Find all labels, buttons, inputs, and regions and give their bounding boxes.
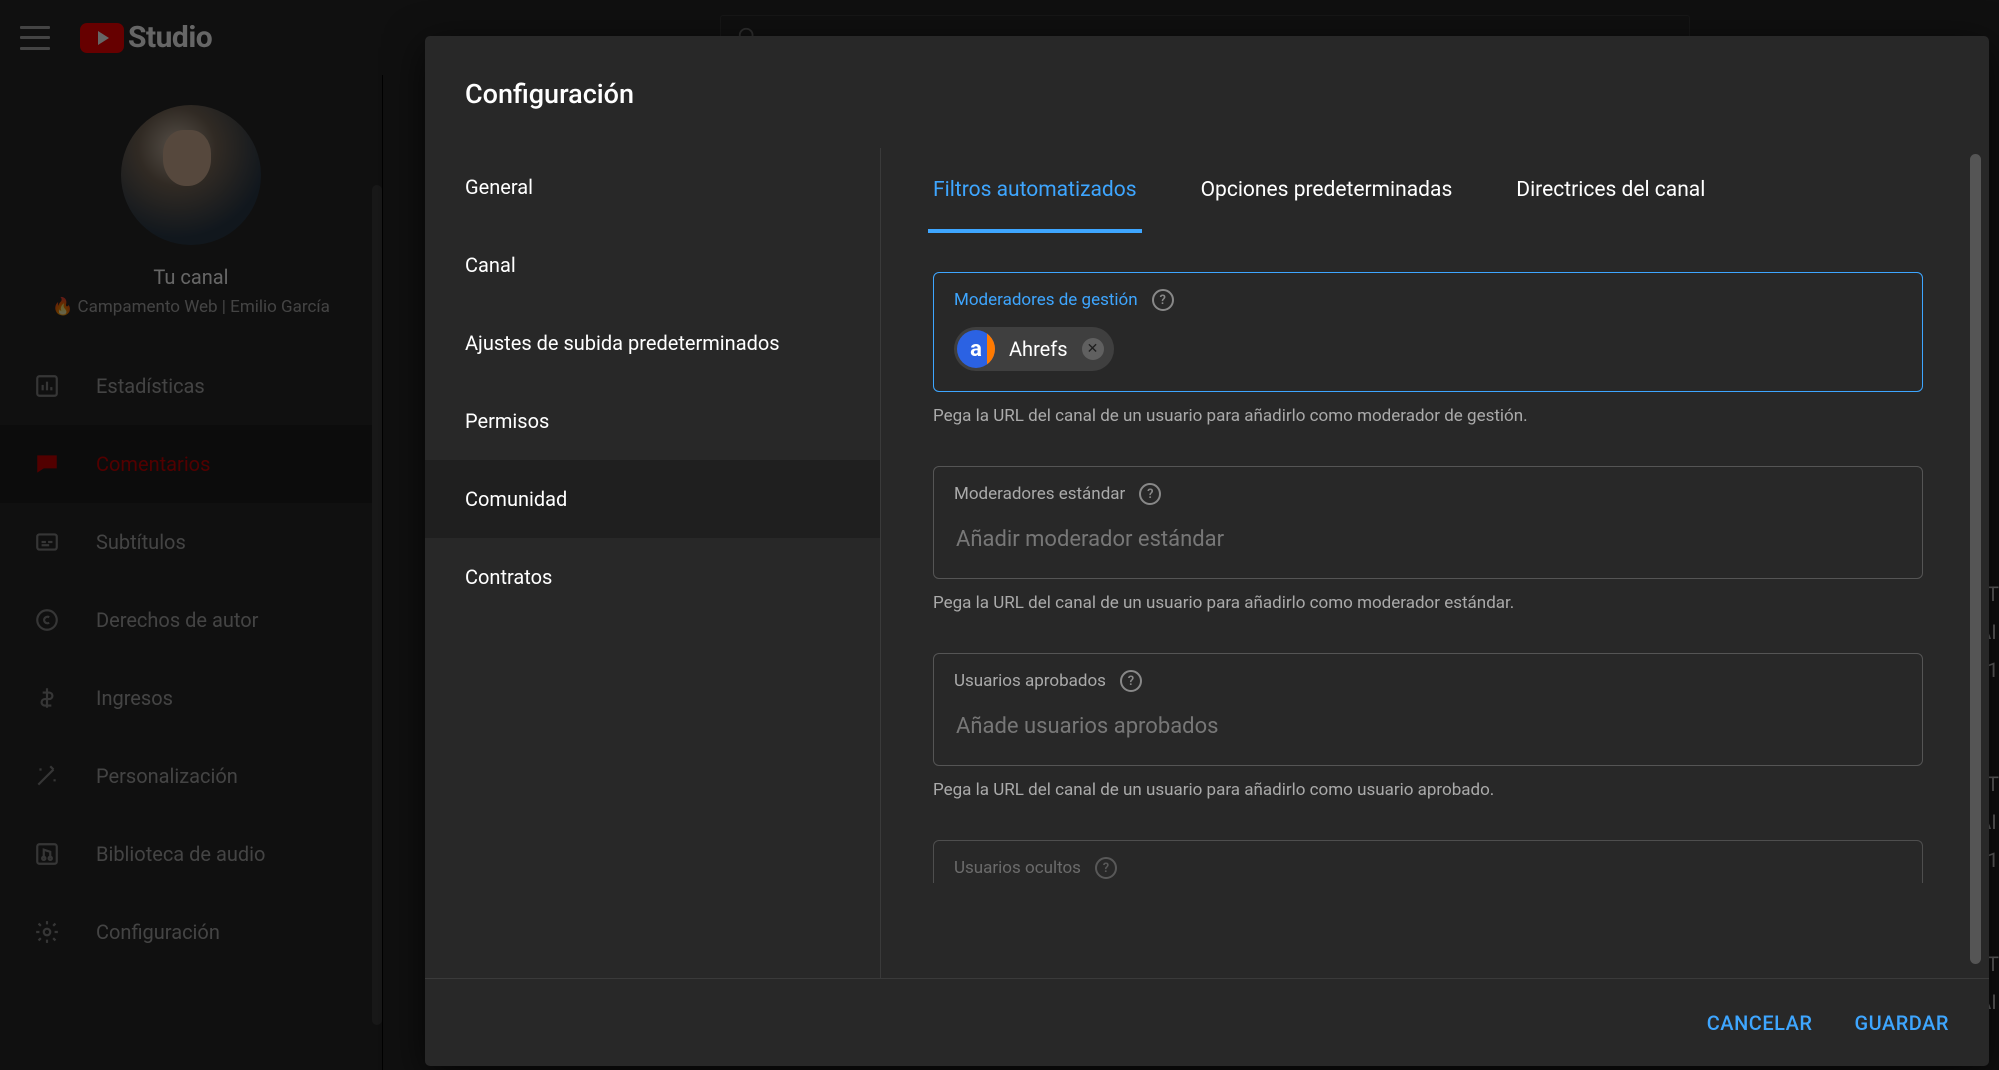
dialog-nav-uploads[interactable]: Ajustes de subida predeterminados [425,304,880,382]
sidebar-item-label: Derechos de autor [96,608,258,632]
sidebar-item-copyright[interactable]: Derechos de autor [0,581,382,659]
dialog-nav-general[interactable]: General [425,148,880,226]
management-moderators-input[interactable]: Moderadores de gestión ? a Ahrefs ✕ [933,272,1923,392]
dialog-nav-permissions[interactable]: Permisos [425,382,880,460]
sidebar-item-label: Estadísticas [96,374,205,398]
sidebar: Tu canal 🔥 Campamento Web | Emilio Garcí… [0,75,383,1070]
approved-users-section: Usuarios aprobados ? Añade usuarios apro… [933,653,1961,800]
sidebar-item-label: Personalización [96,764,238,788]
moderator-chip: a Ahrefs ✕ [954,327,1114,371]
help-icon[interactable]: ? [1095,857,1117,879]
save-button[interactable]: GUARDAR [1854,1011,1949,1035]
standard-moderators-input[interactable]: Moderadores estándar ? Añadir moderador … [933,466,1923,579]
sidebar-item-customization[interactable]: Personalización [0,737,382,815]
chip-avatar-icon: a [957,330,995,368]
hidden-users-section: Usuarios ocultos ? [933,840,1961,883]
field-label: Moderadores estándar [954,484,1125,504]
sidebar-item-label: Biblioteca de audio [96,842,265,866]
audio-library-icon [32,841,62,867]
dialog-main: Filtros automatizados Opciones predeterm… [881,148,1989,978]
dialog-body: General Canal Ajustes de subida predeter… [425,148,1989,978]
field-label: Usuarios ocultos [954,858,1081,878]
field-help: Pega la URL del canal de un usuario para… [933,780,1961,800]
copyright-icon [32,607,62,633]
field-label: Moderadores de gestión [954,290,1138,310]
sidebar-item-subtitles[interactable]: Subtítulos [0,503,382,581]
youtube-play-icon [80,23,124,53]
sidebar-item-monetization[interactable]: Ingresos [0,659,382,737]
remove-chip-icon[interactable]: ✕ [1082,338,1104,360]
field-help: Pega la URL del canal de un usuario para… [933,593,1961,613]
wand-icon [32,763,62,789]
sidebar-item-analytics[interactable]: Estadísticas [0,347,382,425]
dialog-nav-agreements[interactable]: Contratos [425,538,880,616]
tab-automated-filters[interactable]: Filtros automatizados [933,178,1137,232]
tab-guidelines[interactable]: Directrices del canal [1516,178,1705,232]
your-channel-label: Tu canal [0,265,382,289]
field-placeholder: Añade usuarios aprobados [954,708,1902,745]
analytics-icon [32,373,62,399]
chip-label: Ahrefs [1009,337,1068,361]
youtube-studio-logo[interactable]: Studio [80,20,212,55]
sidebar-item-label: Comentarios [96,452,210,476]
dialog-nav: General Canal Ajustes de subida predeter… [425,148,881,978]
field-help: Pega la URL del canal de un usuario para… [933,406,1961,426]
sidebar-item-label: Ingresos [96,686,173,710]
dialog-nav-channel[interactable]: Canal [425,226,880,304]
cancel-button[interactable]: CANCELAR [1707,1011,1813,1035]
channel-name: 🔥 Campamento Web | Emilio García [0,297,382,317]
dialog-nav-community[interactable]: Comunidad [425,460,880,538]
dialog-footer: CANCELAR GUARDAR [425,978,1989,1066]
sidebar-item-settings[interactable]: Configuración [0,893,382,971]
sidebar-item-label: Subtítulos [96,530,186,554]
sidebar-item-audio-library[interactable]: Biblioteca de audio [0,815,382,893]
help-icon[interactable]: ? [1139,483,1161,505]
avatar[interactable] [121,105,261,245]
sidebar-item-label: Configuración [96,920,220,944]
management-moderators-section: Moderadores de gestión ? a Ahrefs ✕ Pega… [933,272,1961,426]
comments-icon [32,451,62,477]
approved-users-input[interactable]: Usuarios aprobados ? Añade usuarios apro… [933,653,1923,766]
tab-defaults[interactable]: Opciones predeterminadas [1201,178,1453,232]
subtitles-icon [32,529,62,555]
dialog-scrollbar[interactable] [1970,154,1981,964]
menu-icon[interactable] [20,26,50,50]
brand-text: Studio [128,20,212,55]
settings-dialog: Configuración General Canal Ajustes de s… [425,36,1989,1066]
dialog-title: Configuración [425,36,1989,148]
help-icon[interactable]: ? [1152,289,1174,311]
field-label: Usuarios aprobados [954,671,1106,691]
field-placeholder: Añadir moderador estándar [954,521,1902,558]
help-icon[interactable]: ? [1120,670,1142,692]
sidebar-scrollbar[interactable] [372,185,382,1025]
gear-icon [32,919,62,945]
standard-moderators-section: Moderadores estándar ? Añadir moderador … [933,466,1961,613]
hidden-users-input[interactable]: Usuarios ocultos ? [933,840,1923,883]
monetization-icon [32,685,62,711]
dialog-tabs: Filtros automatizados Opciones predeterm… [933,148,1961,232]
sidebar-item-comments[interactable]: Comentarios [0,425,382,503]
